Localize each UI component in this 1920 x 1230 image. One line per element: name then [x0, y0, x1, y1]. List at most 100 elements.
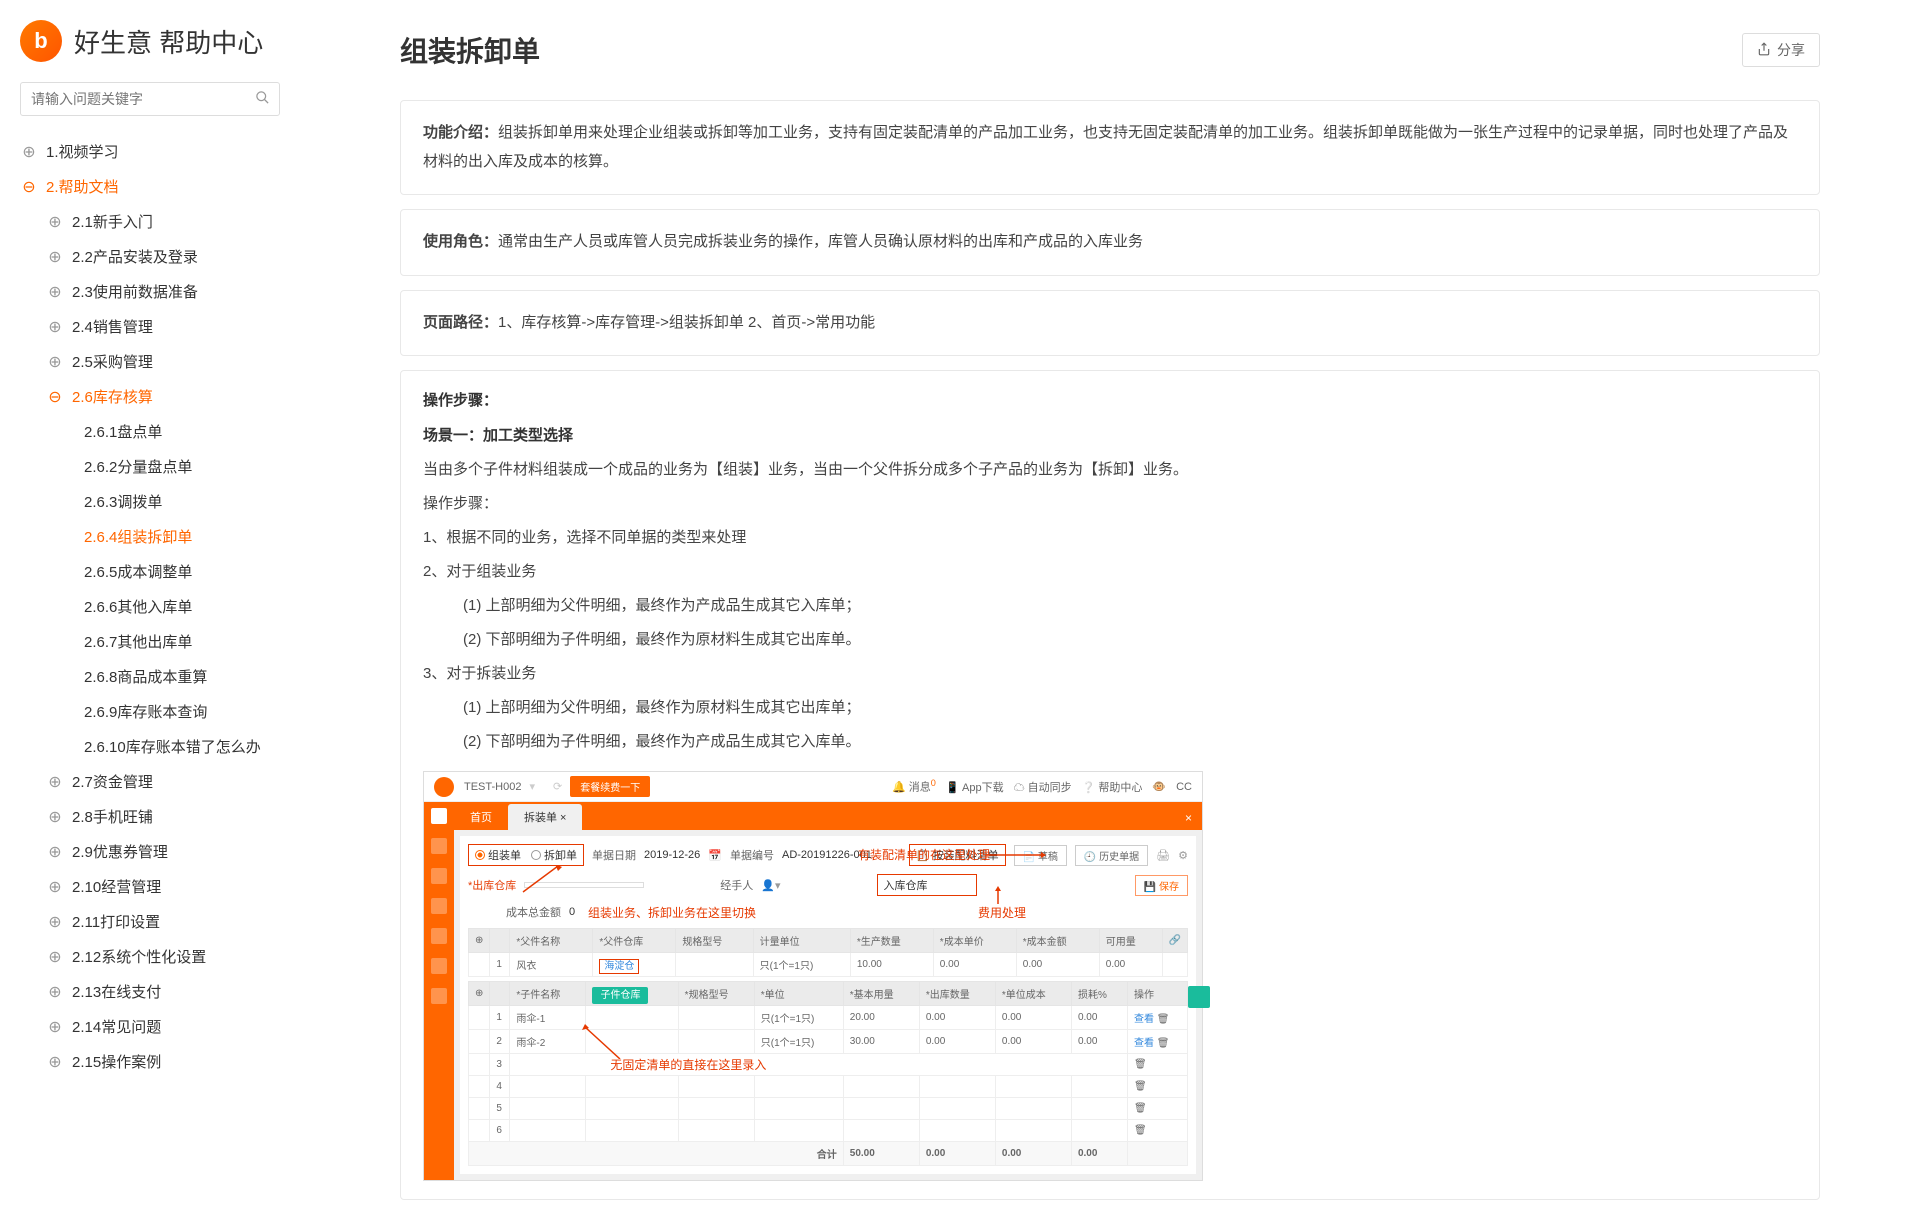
plus-icon: ⊕: [46, 843, 64, 861]
td: 0.00: [995, 1142, 1071, 1166]
td: 0.00: [919, 1006, 995, 1030]
nav-2-6-8[interactable]: 2.6.8商品成本重算: [72, 659, 280, 694]
th: *成本金额: [1016, 929, 1099, 953]
ss-view-link: 查看: [1134, 1014, 1154, 1025]
ss-draft-btn: 📄 草稿: [1014, 845, 1067, 866]
th: 可用量: [1099, 929, 1162, 953]
minus-icon: ⊖: [20, 178, 38, 196]
nav-label: 2.4销售管理: [72, 316, 153, 337]
th: *子件名称: [510, 982, 586, 1006]
ss-outware-label: *出库仓库: [468, 877, 516, 893]
ss-annotation-4: 无固定清单的直接在这里录入: [610, 1056, 766, 1073]
plus-icon: ⊕: [46, 353, 64, 371]
share-button[interactable]: 分享: [1742, 33, 1820, 67]
path-card: 页面路径：1、库存核算->库存管理->组装拆卸单 2、首页->常用功能: [400, 290, 1820, 357]
nav-2-8[interactable]: ⊕2.8手机旺铺: [46, 799, 280, 834]
nav-2-14[interactable]: ⊕2.14常见问题: [46, 1009, 280, 1044]
nav-2-2[interactable]: ⊕ 2.2产品安装及登录: [46, 239, 280, 274]
th: 损耗%: [1071, 982, 1127, 1006]
page-title: 组装拆卸单: [400, 30, 540, 70]
search-input[interactable]: [20, 82, 280, 116]
th: *父件仓库: [593, 929, 676, 953]
ss-radio-assembly: 组装单: [488, 847, 521, 863]
ss-user: CC: [1176, 781, 1192, 793]
ss-side-icon: [431, 898, 447, 914]
path-label: 页面路径：: [423, 314, 498, 331]
ss-radio-dismantle: 拆卸单: [544, 847, 577, 863]
logo-icon: b: [20, 20, 62, 62]
plus-icon: ⊕: [46, 283, 64, 301]
ss-parent-ware-cell: 海淀仓: [599, 959, 639, 974]
ss-view-link: 查看: [1134, 1038, 1154, 1049]
nav-2-4[interactable]: ⊕ 2.4销售管理: [46, 309, 280, 344]
td: 50.00: [843, 1142, 919, 1166]
th: *出库数量: [919, 982, 995, 1006]
steps-sub: 操作步骤：: [423, 489, 1797, 519]
scene-heading: 场景一：加工类型选择: [423, 424, 1797, 445]
ss-sidebar: [424, 802, 454, 1180]
nav-2-6-10[interactable]: 2.6.10库存账本错了怎么办: [72, 729, 280, 764]
ss-msg: 🔔 消息0: [892, 778, 936, 795]
logo: b 好生意 帮助中心: [20, 20, 280, 62]
ss-side-icon: [431, 868, 447, 884]
ss-tab-home: 首页: [454, 804, 508, 830]
nav-2-6-1[interactable]: 2.6.1盘点单: [72, 414, 280, 449]
radio-icon: [475, 850, 485, 860]
nav-label: 2.7资金管理: [72, 771, 153, 792]
nav-2-6[interactable]: ⊖2.6库存核算: [46, 379, 280, 414]
role-text: 通常由生产人员或库管人员完成拆装业务的操作，库管人员确认原材料的出库和产成品的入…: [498, 233, 1143, 250]
nav-label: 2.5采购管理: [72, 351, 153, 372]
nav-2-6-4[interactable]: 2.6.4组装拆卸单: [72, 519, 280, 554]
nav-label: 2.2产品安装及登录: [72, 246, 198, 267]
nav-2-11[interactable]: ⊕2.11打印设置: [46, 904, 280, 939]
nav-2-10[interactable]: ⊕2.10经营管理: [46, 869, 280, 904]
nav-2-6-3[interactable]: 2.6.3调拨单: [72, 484, 280, 519]
nav-2-1[interactable]: ⊕2.1新手入门: [46, 204, 280, 239]
td: 10.00: [850, 953, 933, 977]
plus-icon: ⊕: [46, 913, 64, 931]
ss-cost-label: 成本总金额: [506, 904, 561, 920]
th: *基本用量: [843, 982, 919, 1006]
minus-icon: ⊖: [46, 388, 64, 406]
plus-icon: ⊕: [46, 773, 64, 791]
ss-side-icon: [431, 988, 447, 1004]
nav-docs[interactable]: ⊖ 2.帮助文档: [20, 169, 280, 204]
nav-label: 2.12系统个性化设置: [72, 946, 206, 967]
ss-date-label: 单据日期: [592, 847, 636, 863]
th: *生产数量: [850, 929, 933, 953]
th: *规格型号: [678, 982, 754, 1006]
logo-text: 好生意 帮助中心: [74, 23, 263, 60]
nav-2-6-2[interactable]: 2.6.2分量盘点单: [72, 449, 280, 484]
plus-icon: ⊕: [46, 1053, 64, 1071]
td: 0.00: [1071, 1030, 1127, 1054]
td: 0.00: [1099, 953, 1162, 977]
nav-2-5[interactable]: ⊕ 2.5采购管理: [46, 344, 280, 379]
nav-2-6-5[interactable]: 2.6.5成本调整单: [72, 554, 280, 589]
ss-help: ❔ 帮助中心: [1082, 779, 1143, 795]
nav-2-12[interactable]: ⊕2.12系统个性化设置: [46, 939, 280, 974]
nav-video[interactable]: ⊕1.视频学习: [20, 134, 280, 169]
nav-2-6-9[interactable]: 2.6.9库存账本查询: [72, 694, 280, 729]
nav-2-7[interactable]: ⊕ 2.7资金管理: [46, 764, 280, 799]
plus-icon: ⊕: [46, 248, 64, 266]
nav-2-6-6[interactable]: 2.6.6其他入库单: [72, 589, 280, 624]
ss-renew-btn: 套餐续费一下: [570, 776, 650, 797]
ss-type-radio-group: 组装单 拆卸单: [468, 844, 584, 866]
td: 雨伞-2: [510, 1030, 586, 1054]
search-icon[interactable]: [255, 90, 270, 108]
role-label: 使用角色：: [423, 233, 498, 250]
nav-label: 2.帮助文档: [46, 176, 119, 197]
step-2-2: (2) 下部明细为子件明细，最终作为原材料生成其它出库单。: [423, 625, 1797, 655]
nav-2-9[interactable]: ⊕2.9优惠券管理: [46, 834, 280, 869]
ss-operator-label: 经手人: [720, 877, 753, 893]
ss-annotation-2: 组装业务、拆卸业务在这里切换: [588, 904, 756, 921]
plus-icon: ⊕: [46, 318, 64, 336]
nav-2-13[interactable]: ⊕2.13在线支付: [46, 974, 280, 1009]
td: 0.00: [1071, 1006, 1127, 1030]
nav-2-6-7[interactable]: 2.6.7其他出库单: [72, 624, 280, 659]
nav-2-15[interactable]: ⊕2.15操作案例: [46, 1044, 280, 1079]
intro-label: 功能介绍：: [423, 124, 498, 141]
nav-2-3[interactable]: ⊕2.3使用前数据准备: [46, 274, 280, 309]
td: 0.00: [1071, 1142, 1127, 1166]
role-card: 使用角色：通常由生产人员或库管人员完成拆装业务的操作，库管人员确认原材料的出库和…: [400, 209, 1820, 276]
